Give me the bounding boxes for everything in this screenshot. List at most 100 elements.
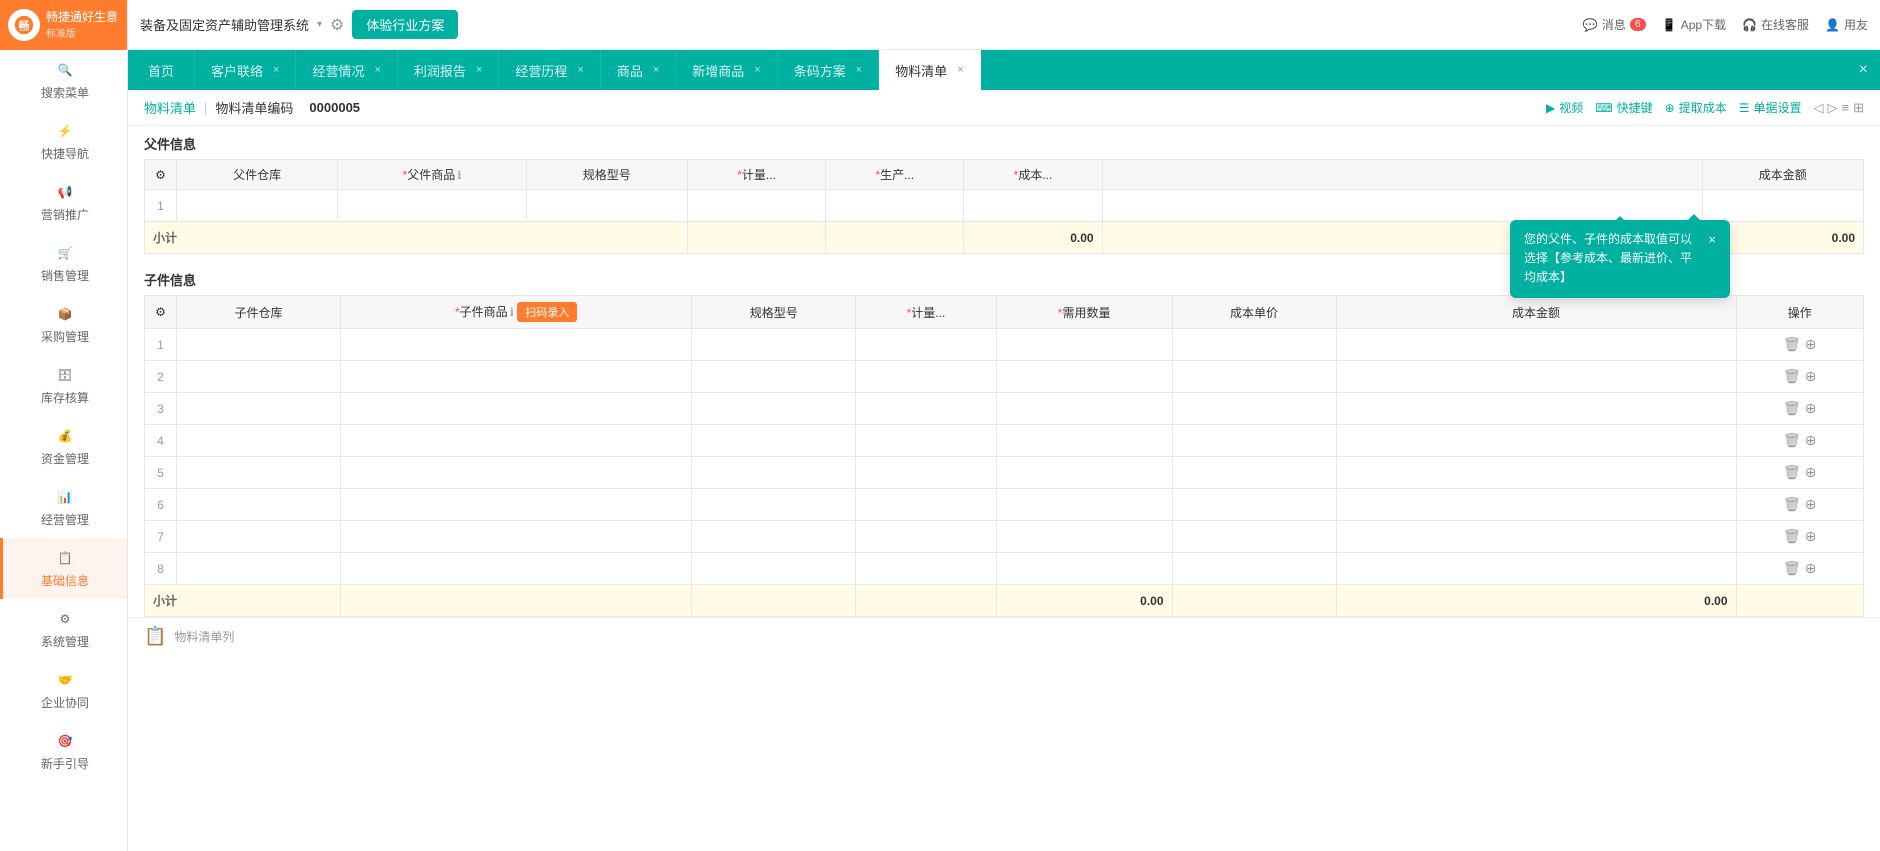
grid-view-icon[interactable]: ⊞ (1853, 100, 1864, 116)
child-need-7[interactable] (996, 521, 1172, 553)
child-unit-2[interactable] (856, 361, 996, 393)
tab-bom[interactable]: 物料清单 × (879, 50, 980, 90)
child-price-3[interactable] (1172, 393, 1336, 425)
parent-warehouse-1[interactable] (177, 190, 338, 222)
tab-close-operation[interactable]: × (374, 64, 380, 76)
child-warehouse-6[interactable] (177, 489, 341, 521)
child-need-3[interactable] (996, 393, 1172, 425)
child-spec-3[interactable] (692, 393, 856, 425)
tab-close-bom[interactable]: × (957, 64, 963, 76)
child-need-5[interactable] (996, 457, 1172, 489)
tab-customer[interactable]: 客户联络 × (195, 50, 296, 90)
scan-button[interactable]: 扫码录入 (517, 302, 577, 322)
parent-unit-1[interactable] (687, 190, 825, 222)
copy-icon-7[interactable]: ⊕ (1805, 528, 1817, 545)
child-spec-2[interactable] (692, 361, 856, 393)
tooltip-close-button[interactable]: × (1708, 230, 1716, 251)
child-need-2[interactable] (996, 361, 1172, 393)
sidebar-item-guide[interactable]: 🎯 新手引导 (0, 721, 127, 782)
child-warehouse-5[interactable] (177, 457, 341, 489)
tab-newgoods[interactable]: 新增商品 × (676, 50, 777, 90)
breadcrumb[interactable]: 物料清单 (144, 98, 196, 117)
parent-cost-1[interactable] (964, 190, 1102, 222)
child-spec-7[interactable] (692, 521, 856, 553)
sidebar-item-purchase[interactable]: 📦 采购管理 (0, 294, 127, 355)
tab-history[interactable]: 经营历程 × (499, 50, 600, 90)
settings-icon[interactable]: ⚙ (330, 15, 344, 35)
child-goods-7[interactable] (341, 521, 692, 553)
delete-icon-3[interactable]: 🗑 (1783, 400, 1801, 417)
child-warehouse-2[interactable] (177, 361, 341, 393)
child-warehouse-7[interactable] (177, 521, 341, 553)
app-download-button[interactable]: 📱 App下载 (1662, 16, 1726, 33)
delete-icon-7[interactable]: 🗑 (1783, 528, 1801, 545)
child-spec-8[interactable] (692, 553, 856, 585)
sidebar-item-enterprise[interactable]: 🤝 企业协同 (0, 660, 127, 721)
child-need-6[interactable] (996, 489, 1172, 521)
copy-icon-5[interactable]: ⊕ (1805, 464, 1817, 481)
child-unit-7[interactable] (856, 521, 996, 553)
child-warehouse-1[interactable] (177, 329, 341, 361)
tab-barcode[interactable]: 条码方案 × (778, 50, 879, 90)
child-warehouse-4[interactable] (177, 425, 341, 457)
tab-close-goods[interactable]: × (653, 64, 659, 76)
child-goods-3[interactable] (341, 393, 692, 425)
child-spec-5[interactable] (692, 457, 856, 489)
list-view-icon[interactable]: ≡ (1842, 100, 1850, 116)
child-col-settings-icon[interactable]: ⚙ (155, 305, 166, 319)
tab-home[interactable]: 首页 (128, 50, 195, 90)
user-button[interactable]: 👤 用友 (1825, 16, 1868, 33)
sidebar-item-quicknav[interactable]: ⚡ 快捷导航 (0, 111, 127, 172)
view-btn[interactable]: ▶ 视频 (1546, 99, 1583, 116)
service-button[interactable]: 🎧 在线客服 (1742, 16, 1809, 33)
parent-goods-1[interactable] (338, 190, 526, 222)
child-unit-8[interactable] (856, 553, 996, 585)
sidebar-item-system[interactable]: ⚙ 系统管理 (0, 599, 127, 660)
sidebar-item-finance[interactable]: 💰 资金管理 (0, 416, 127, 477)
child-price-7[interactable] (1172, 521, 1336, 553)
copy-icon-8[interactable]: ⊕ (1805, 560, 1817, 577)
child-price-1[interactable] (1172, 329, 1336, 361)
child-warehouse-3[interactable] (177, 393, 341, 425)
sidebar-item-basic[interactable]: 📋 基础信息 (0, 538, 127, 599)
copy-icon-2[interactable]: ⊕ (1805, 368, 1817, 385)
delete-icon-8[interactable]: 🗑 (1783, 560, 1801, 577)
parent-spec-1[interactable] (526, 190, 687, 222)
child-goods-info-icon[interactable]: ℹ (510, 307, 514, 319)
child-goods-4[interactable] (341, 425, 692, 457)
delete-icon-1[interactable]: 🗑 (1783, 336, 1801, 353)
tab-profit[interactable]: 利润报告 × (398, 50, 499, 90)
child-spec-1[interactable] (692, 329, 856, 361)
tab-close-customer[interactable]: × (273, 64, 279, 76)
child-price-6[interactable] (1172, 489, 1336, 521)
child-spec-6[interactable] (692, 489, 856, 521)
tab-close-barcode[interactable]: × (856, 64, 862, 76)
tab-operation[interactable]: 经营情况 × (296, 50, 397, 90)
child-need-1[interactable] (996, 329, 1172, 361)
tab-goods[interactable]: 商品 × (601, 50, 676, 90)
delete-icon-4[interactable]: 🗑 (1783, 432, 1801, 449)
next-arrow[interactable]: ▷ (1828, 100, 1838, 116)
delete-icon-5[interactable]: 🗑 (1783, 464, 1801, 481)
child-unit-5[interactable] (856, 457, 996, 489)
sidebar-item-marketing[interactable]: 📢 营销推广 (0, 172, 127, 233)
tab-close-profit[interactable]: × (476, 64, 482, 76)
close-all-tabs[interactable]: × (1847, 61, 1880, 79)
delete-icon-6[interactable]: 🗑 (1783, 496, 1801, 513)
child-goods-2[interactable] (341, 361, 692, 393)
copy-icon-6[interactable]: ⊕ (1805, 496, 1817, 513)
parent-goods-info-icon[interactable]: ℹ (457, 170, 461, 182)
child-goods-1[interactable] (341, 329, 692, 361)
child-unit-6[interactable] (856, 489, 996, 521)
sidebar-item-inventory[interactable]: 🗄 库存核算 (0, 355, 127, 416)
child-warehouse-8[interactable] (177, 553, 341, 585)
child-goods-5[interactable] (341, 457, 692, 489)
child-price-4[interactable] (1172, 425, 1336, 457)
prev-arrow[interactable]: ◁ (1814, 100, 1824, 116)
parent-produce-1[interactable] (826, 190, 964, 222)
copy-icon-3[interactable]: ⊕ (1805, 400, 1817, 417)
sidebar-item-sales[interactable]: 🛒 销售管理 (0, 233, 127, 294)
settings-btn[interactable]: ☰ 单据设置 (1739, 99, 1802, 116)
child-unit-4[interactable] (856, 425, 996, 457)
child-unit-3[interactable] (856, 393, 996, 425)
